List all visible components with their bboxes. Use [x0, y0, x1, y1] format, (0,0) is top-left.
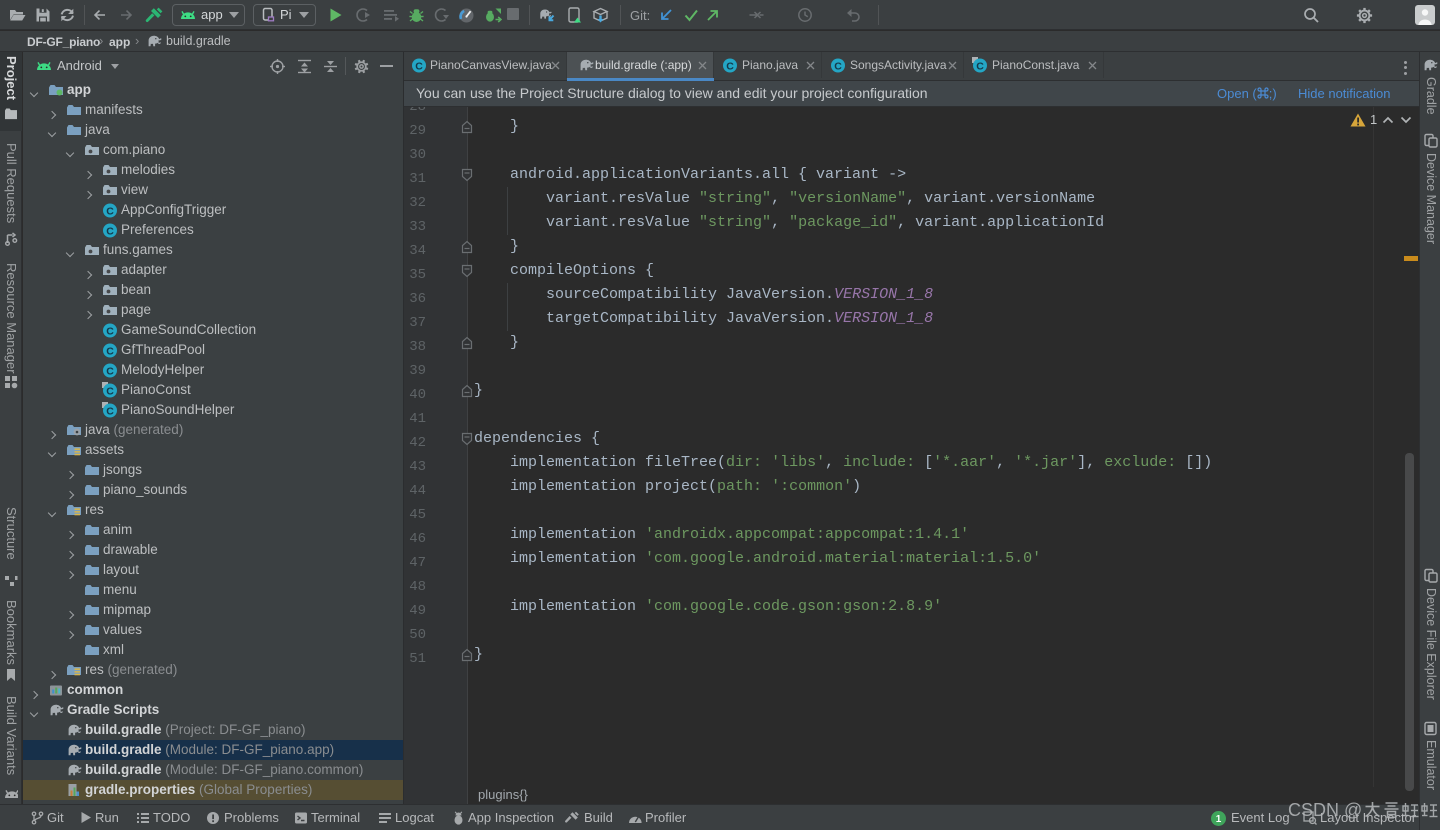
svg-text:C: C	[726, 61, 734, 73]
svg-text:C: C	[834, 61, 842, 73]
svg-text:C: C	[106, 406, 114, 418]
svg-text:C: C	[415, 61, 423, 73]
svg-text:C: C	[106, 386, 114, 398]
svg-text:C: C	[106, 346, 114, 358]
svg-text:C: C	[106, 326, 114, 338]
svg-text:C: C	[106, 206, 114, 218]
svg-text:C: C	[106, 226, 114, 238]
svg-text:1: 1	[1216, 814, 1222, 825]
svg-text:C: C	[106, 366, 114, 378]
svg-text:C: C	[976, 61, 984, 73]
